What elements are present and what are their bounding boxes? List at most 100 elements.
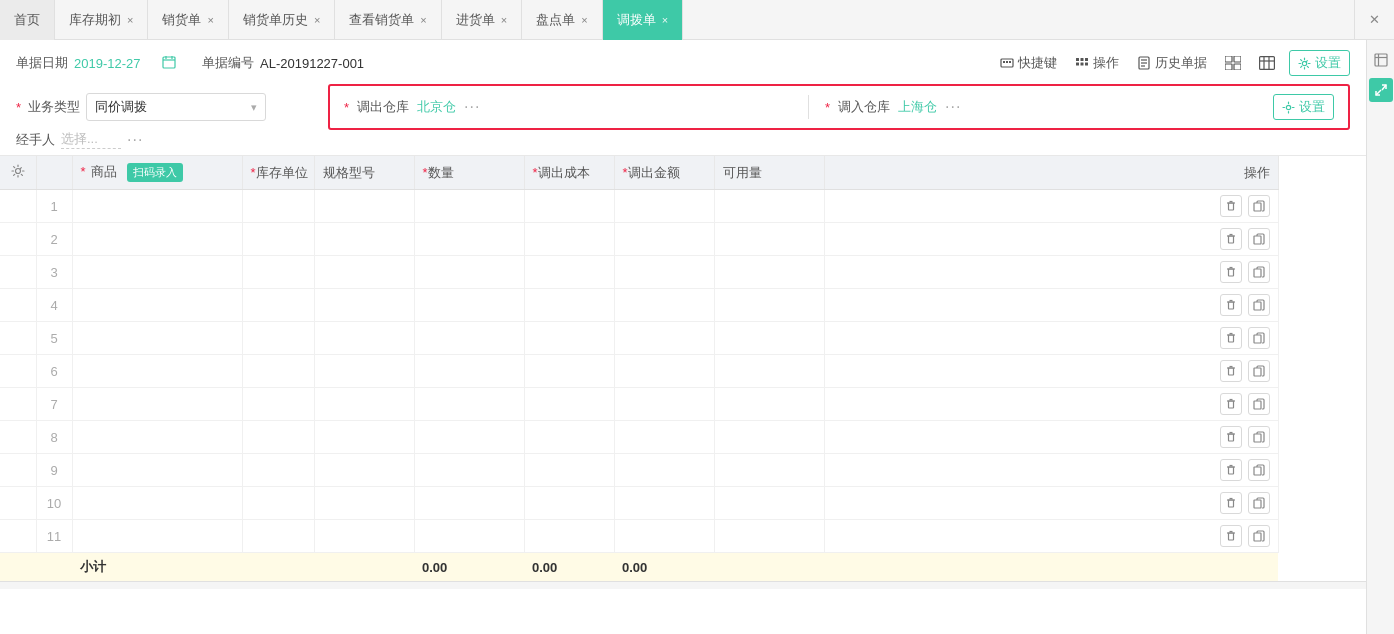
row-cost-cell[interactable] [524,487,614,520]
copy-row-button[interactable] [1248,492,1270,514]
row-unit-cell[interactable] [242,256,314,289]
delete-row-button[interactable] [1220,426,1242,448]
row-qty-cell[interactable] [414,487,524,520]
row-unit-cell[interactable] [242,421,314,454]
row-amount-cell[interactable] [614,388,714,421]
tab-inventory-init[interactable]: 库存期初 × [55,0,148,40]
row-goods-cell[interactable] [72,388,242,421]
out-warehouse-more-button[interactable]: ··· [464,98,480,116]
copy-row-button[interactable] [1248,360,1270,382]
row-amount-cell[interactable] [614,256,714,289]
in-warehouse-value[interactable]: 上海仓 [898,98,937,116]
date-value[interactable]: 2019-12-27 [74,56,154,71]
delete-row-button[interactable] [1220,195,1242,217]
row-amount-cell[interactable] [614,322,714,355]
close-sales-order-icon[interactable]: × [207,14,213,26]
delete-row-button[interactable] [1220,525,1242,547]
row-cost-cell[interactable] [524,190,614,223]
close-view-sales-icon[interactable]: × [420,14,426,26]
shortcuts-button[interactable]: 快捷键 [996,52,1061,74]
row-goods-cell[interactable] [72,421,242,454]
copy-row-button[interactable] [1248,261,1270,283]
row-amount-cell[interactable] [614,421,714,454]
grid-view-button[interactable] [1255,54,1279,72]
close-sales-history-icon[interactable]: × [314,14,320,26]
copy-row-button[interactable] [1248,195,1270,217]
warehouse-settings-button[interactable]: 设置 [1273,94,1334,120]
row-cost-cell[interactable] [524,454,614,487]
row-amount-cell[interactable] [614,355,714,388]
row-cost-cell[interactable] [524,256,614,289]
row-goods-cell[interactable] [72,454,242,487]
row-amount-cell[interactable] [614,454,714,487]
row-amount-cell[interactable] [614,190,714,223]
delete-row-button[interactable] [1220,393,1242,415]
row-amount-cell[interactable] [614,520,714,553]
delete-row-button[interactable] [1220,492,1242,514]
row-qty-cell[interactable] [414,322,524,355]
row-spec-cell[interactable] [314,322,414,355]
row-goods-cell[interactable] [72,322,242,355]
row-cost-cell[interactable] [524,355,614,388]
row-amount-cell[interactable] [614,487,714,520]
row-goods-cell[interactable] [72,256,242,289]
row-qty-cell[interactable] [414,190,524,223]
row-unit-cell[interactable] [242,487,314,520]
row-goods-cell[interactable] [72,190,242,223]
copy-row-button[interactable] [1248,228,1270,250]
tab-purchase-order[interactable]: 进货单 × [442,0,522,40]
copy-row-button[interactable] [1248,294,1270,316]
tab-view-sales[interactable]: 查看销货单 × [335,0,441,40]
delete-row-button[interactable] [1220,294,1242,316]
row-amount-cell[interactable] [614,223,714,256]
delete-row-button[interactable] [1220,327,1242,349]
row-spec-cell[interactable] [314,454,414,487]
settings-button[interactable]: 设置 [1289,50,1350,76]
copy-row-button[interactable] [1248,525,1270,547]
row-unit-cell[interactable] [242,289,314,322]
row-cost-cell[interactable] [524,223,614,256]
row-amount-cell[interactable] [614,289,714,322]
row-spec-cell[interactable] [314,355,414,388]
row-cost-cell[interactable] [524,388,614,421]
calendar-icon[interactable] [160,55,178,72]
tab-transfer[interactable]: 调拨单 × [603,0,683,40]
tab-home[interactable]: 首页 [0,0,55,40]
row-unit-cell[interactable] [242,223,314,256]
delete-row-button[interactable] [1220,261,1242,283]
delete-row-button[interactable] [1220,360,1242,382]
row-qty-cell[interactable] [414,454,524,487]
operations-button[interactable]: 操作 [1071,52,1123,74]
row-cost-cell[interactable] [524,289,614,322]
person-input[interactable]: 选择... [61,130,121,149]
row-unit-cell[interactable] [242,322,314,355]
history-button[interactable]: 历史单据 [1133,52,1211,74]
row-cost-cell[interactable] [524,322,614,355]
row-qty-cell[interactable] [414,388,524,421]
sidebar-expand-icon[interactable] [1369,78,1393,102]
row-goods-cell[interactable] [72,289,242,322]
row-spec-cell[interactable] [314,421,414,454]
row-cost-cell[interactable] [524,421,614,454]
row-qty-cell[interactable] [414,256,524,289]
row-goods-cell[interactable] [72,223,242,256]
in-warehouse-more-button[interactable]: ··· [945,98,961,116]
copy-row-button[interactable] [1248,327,1270,349]
copy-row-button[interactable] [1248,426,1270,448]
row-unit-cell[interactable] [242,190,314,223]
row-spec-cell[interactable] [314,289,414,322]
window-close-button[interactable]: ✕ [1354,0,1394,40]
row-qty-cell[interactable] [414,223,524,256]
tab-sales-history[interactable]: 销货单历史 × [229,0,335,40]
row-goods-cell[interactable] [72,355,242,388]
row-qty-cell[interactable] [414,421,524,454]
close-inventory-check-icon[interactable]: × [581,14,587,26]
person-more-button[interactable]: ··· [127,131,143,149]
delete-row-button[interactable] [1220,228,1242,250]
row-spec-cell[interactable] [314,487,414,520]
sidebar-list-icon[interactable] [1369,48,1393,72]
row-spec-cell[interactable] [314,520,414,553]
tab-inventory-check[interactable]: 盘点单 × [522,0,602,40]
row-unit-cell[interactable] [242,355,314,388]
out-warehouse-value[interactable]: 北京仓 [417,98,456,116]
